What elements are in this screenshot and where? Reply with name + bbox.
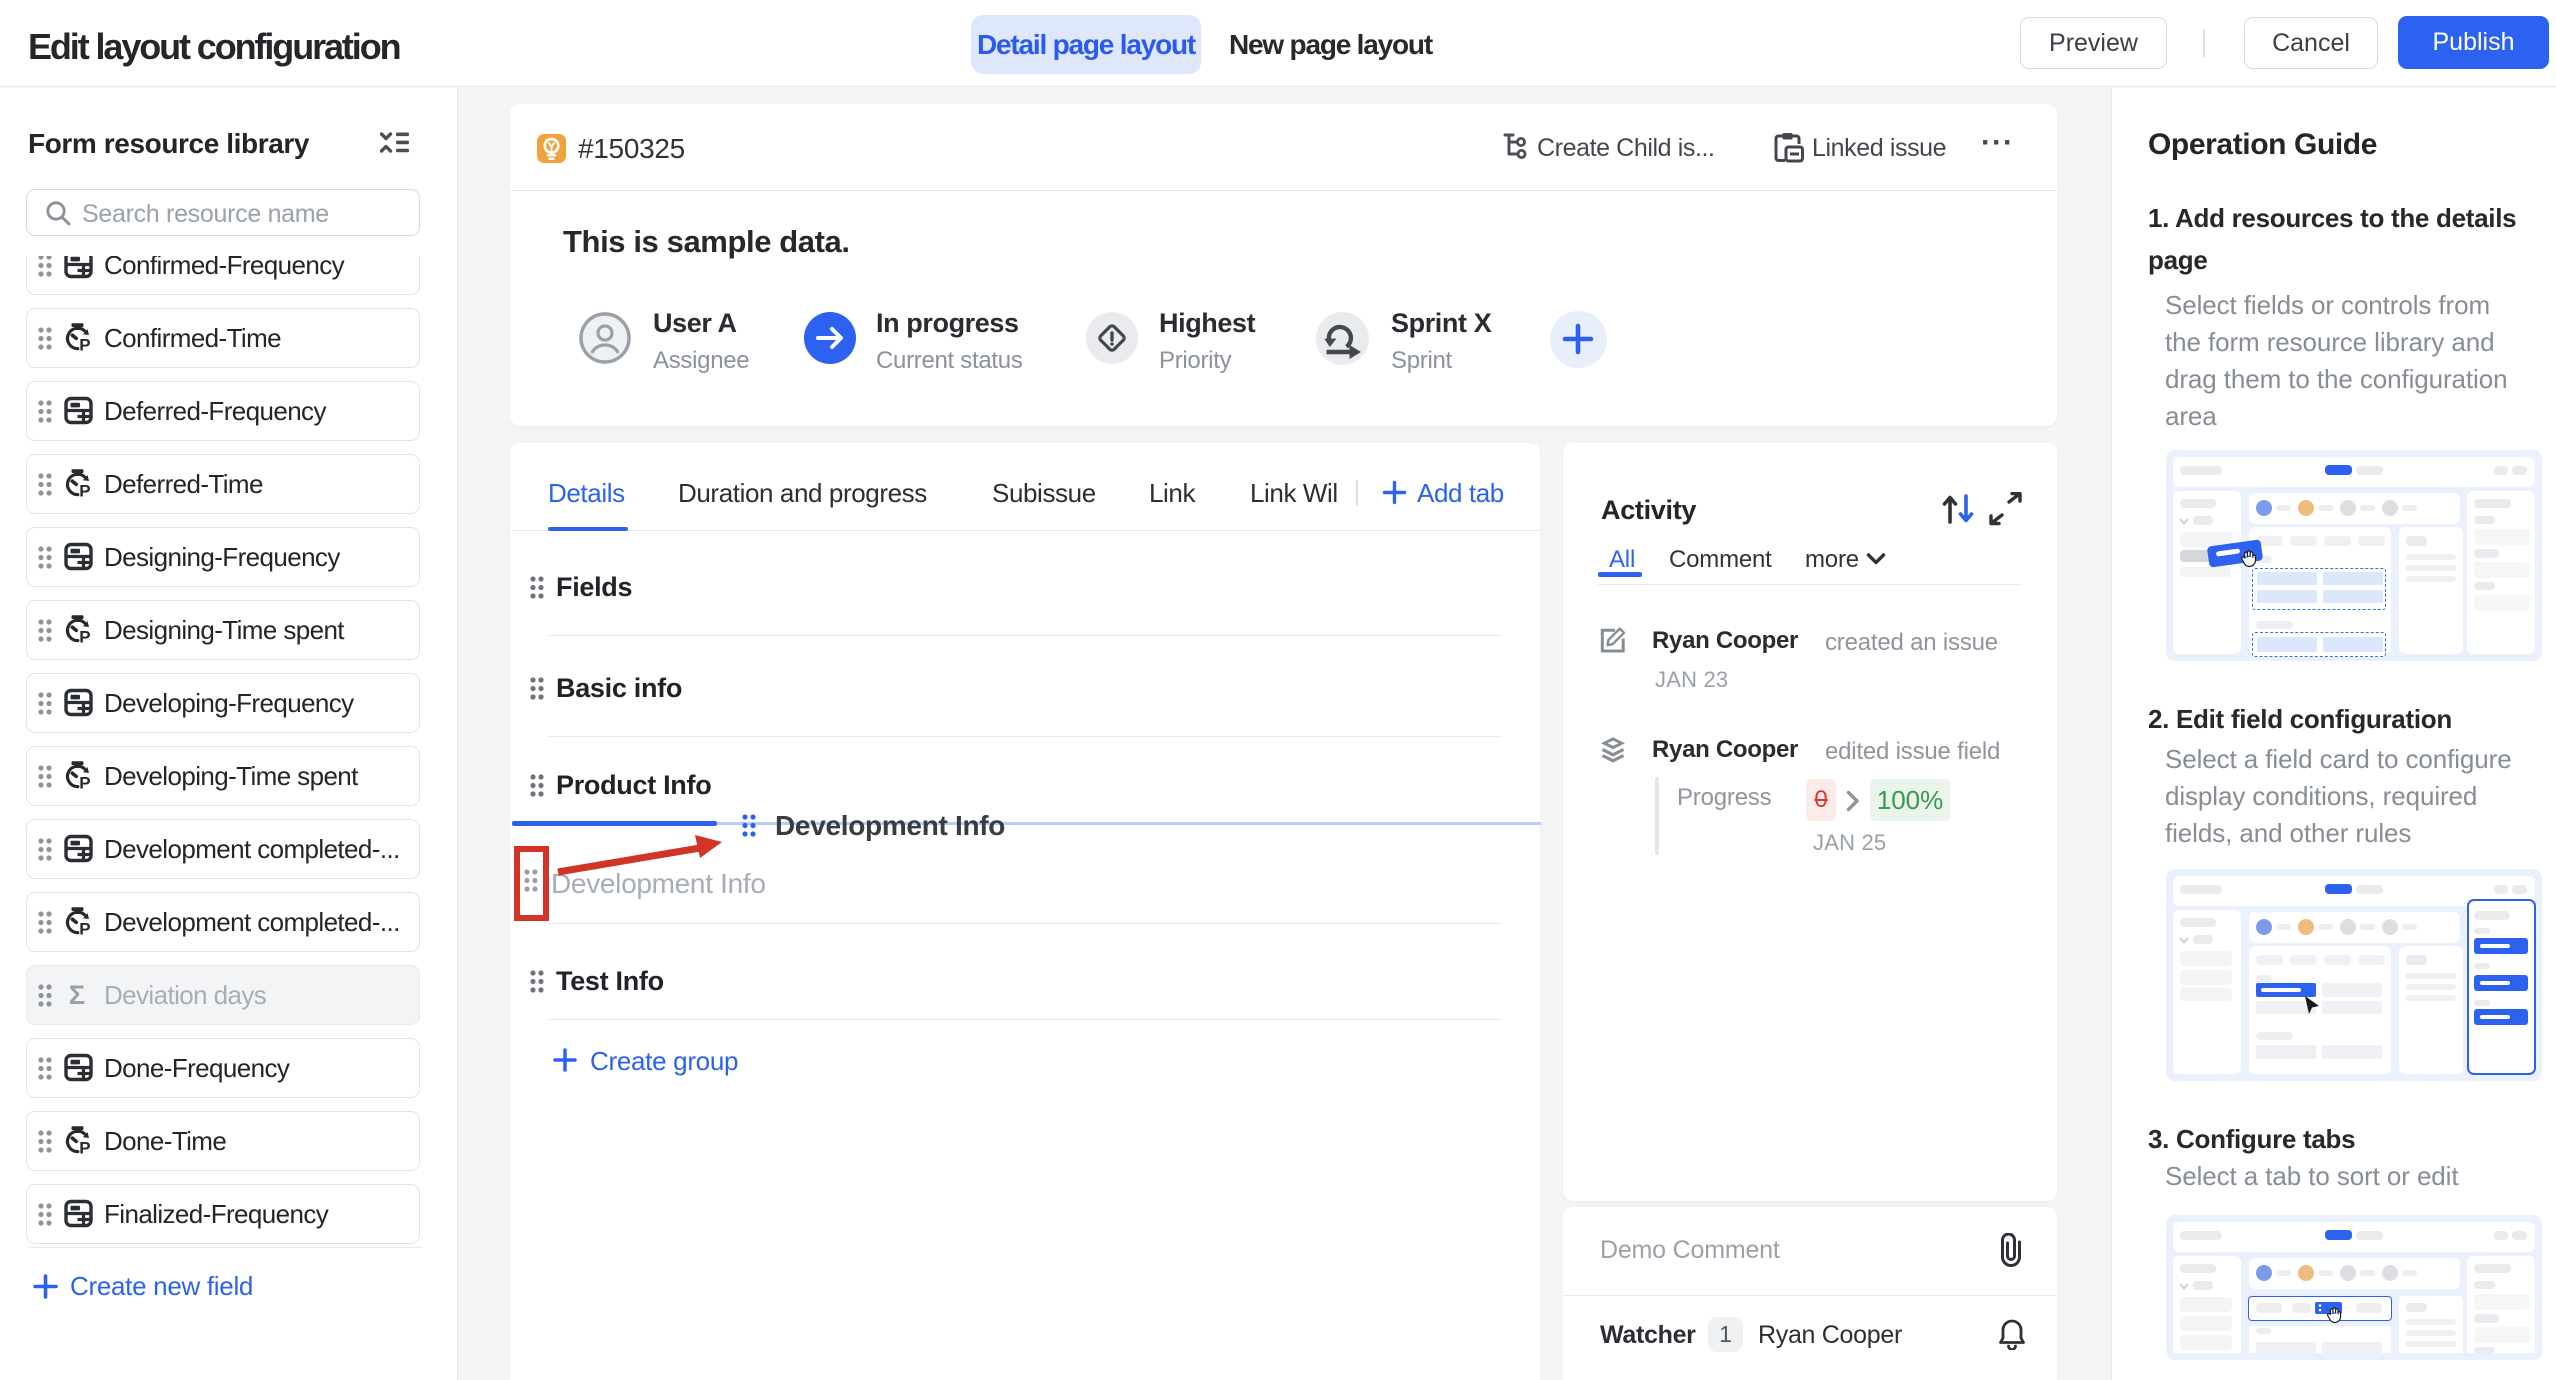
svg-text:P: P (79, 482, 90, 500)
svg-text:P: P (79, 920, 90, 938)
svg-text:P: P (79, 1139, 90, 1157)
svg-text:P: P (79, 628, 90, 646)
svg-text:P: P (79, 774, 90, 792)
svg-text:P: P (79, 336, 90, 354)
